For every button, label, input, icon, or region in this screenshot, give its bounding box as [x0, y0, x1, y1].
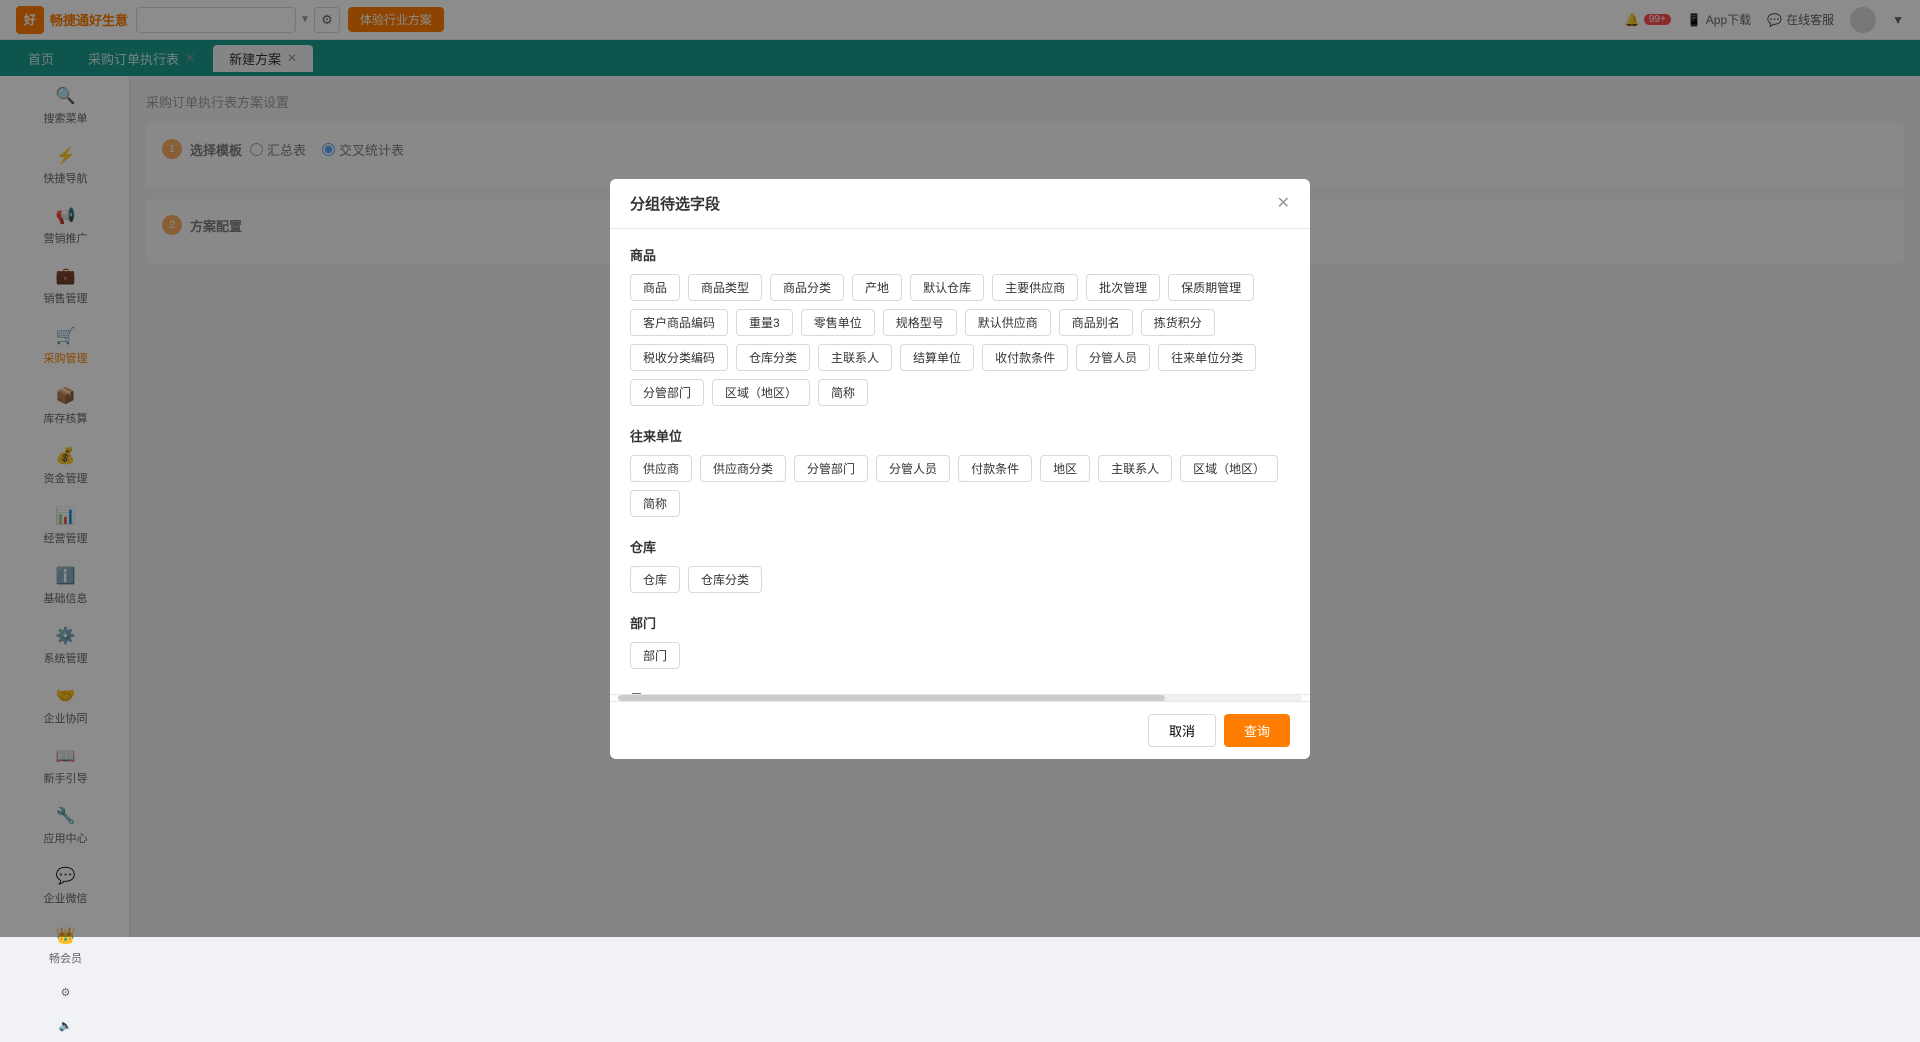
tag-partner-4[interactable]: 分管人员 [876, 455, 950, 482]
tag-goods-19[interactable]: 结算单位 [900, 344, 974, 371]
modal-title: 分组待选字段 [630, 193, 720, 214]
tag-goods-21[interactable]: 分管人员 [1076, 344, 1150, 371]
tag-goods-24[interactable]: 区域（地区） [712, 379, 810, 406]
tag-goods-12[interactable]: 规格型号 [883, 309, 957, 336]
tag-goods-14[interactable]: 商品别名 [1059, 309, 1133, 336]
sidebar-settings-btn[interactable]: ⚙ [0, 976, 129, 1009]
tag-partner-1[interactable]: 供应商 [630, 455, 692, 482]
confirm-button[interactable]: 查询 [1224, 714, 1290, 747]
tag-partner-6[interactable]: 地区 [1040, 455, 1090, 482]
tag-department-1[interactable]: 部门 [630, 642, 680, 669]
cancel-button[interactable]: 取消 [1148, 714, 1216, 747]
tag-partner-3[interactable]: 分管部门 [794, 455, 868, 482]
section-goods: 商品 商品 商品类型 商品分类 产地 默认仓库 主要供应商 批次管理 保质期管理… [630, 245, 1290, 406]
section-partner: 往来单位 供应商 供应商分类 分管部门 分管人员 付款条件 地区 主联系人 区域… [630, 426, 1290, 517]
volume-icon: 🔈 [59, 1019, 73, 1032]
sidebar-bottom: ⚙ 🔈 [0, 976, 129, 1042]
field-select-modal: 分组待选字段 ✕ 商品 商品 商品类型 商品分类 产地 默认仓库 主要供应商 批… [610, 179, 1310, 759]
tag-partner-7[interactable]: 主联系人 [1098, 455, 1172, 482]
tag-goods-13[interactable]: 默认供应商 [965, 309, 1051, 336]
tag-goods-2[interactable]: 商品类型 [688, 274, 762, 301]
modal-header: 分组待选字段 ✕ [610, 179, 1310, 229]
tag-goods-10[interactable]: 重量3 [736, 309, 793, 336]
tag-goods-23[interactable]: 分管部门 [630, 379, 704, 406]
tag-goods-22[interactable]: 往来单位分类 [1158, 344, 1256, 371]
section-warehouse-title: 仓库 [630, 537, 1290, 556]
settings-gear-icon: ⚙ [61, 986, 71, 999]
tag-goods-3[interactable]: 商品分类 [770, 274, 844, 301]
section-goods-title: 商品 [630, 245, 1290, 264]
tag-goods-15[interactable]: 拣货积分 [1141, 309, 1215, 336]
tag-goods-4[interactable]: 产地 [852, 274, 902, 301]
tag-goods-1[interactable]: 商品 [630, 274, 680, 301]
tag-goods-16[interactable]: 税收分类编码 [630, 344, 728, 371]
tag-warehouse-1[interactable]: 仓库 [630, 566, 680, 593]
modal-body: 商品 商品 商品类型 商品分类 产地 默认仓库 主要供应商 批次管理 保质期管理… [610, 229, 1310, 694]
modal-hscroll[interactable] [610, 694, 1310, 701]
sidebar-member-label: 畅会员 [49, 950, 82, 966]
tag-goods-11[interactable]: 零售单位 [801, 309, 875, 336]
modal-overlay: 分组待选字段 ✕ 商品 商品 商品类型 商品分类 产地 默认仓库 主要供应商 批… [0, 0, 1920, 937]
tag-goods-17[interactable]: 仓库分类 [736, 344, 810, 371]
partner-tags: 供应商 供应商分类 分管部门 分管人员 付款条件 地区 主联系人 区域（地区） … [630, 455, 1290, 517]
tag-goods-6[interactable]: 主要供应商 [992, 274, 1078, 301]
tag-goods-20[interactable]: 收付款条件 [982, 344, 1068, 371]
tag-goods-25[interactable]: 简称 [818, 379, 868, 406]
tag-partner-5[interactable]: 付款条件 [958, 455, 1032, 482]
warehouse-tags: 仓库 仓库分类 [630, 566, 1290, 593]
tag-goods-7[interactable]: 批次管理 [1086, 274, 1160, 301]
tag-goods-8[interactable]: 保质期管理 [1168, 274, 1254, 301]
sidebar-volume-btn[interactable]: 🔈 [0, 1009, 129, 1042]
department-tags: 部门 [630, 642, 1290, 669]
goods-tags: 商品 商品类型 商品分类 产地 默认仓库 主要供应商 批次管理 保质期管理 客户… [630, 274, 1290, 406]
tag-warehouse-2[interactable]: 仓库分类 [688, 566, 762, 593]
section-department: 部门 部门 [630, 613, 1290, 669]
tag-partner-2[interactable]: 供应商分类 [700, 455, 786, 482]
tag-goods-9[interactable]: 客户商品编码 [630, 309, 728, 336]
section-department-title: 部门 [630, 613, 1290, 632]
section-warehouse: 仓库 仓库 仓库分类 [630, 537, 1290, 593]
modal-close-icon[interactable]: ✕ [1277, 193, 1290, 213]
section-partner-title: 往来单位 [630, 426, 1290, 445]
tag-goods-18[interactable]: 主联系人 [818, 344, 892, 371]
tag-goods-5[interactable]: 默认仓库 [910, 274, 984, 301]
tag-partner-8[interactable]: 区域（地区） [1180, 455, 1278, 482]
tag-partner-9[interactable]: 简称 [630, 490, 680, 517]
modal-footer: 取消 查询 [610, 701, 1310, 759]
